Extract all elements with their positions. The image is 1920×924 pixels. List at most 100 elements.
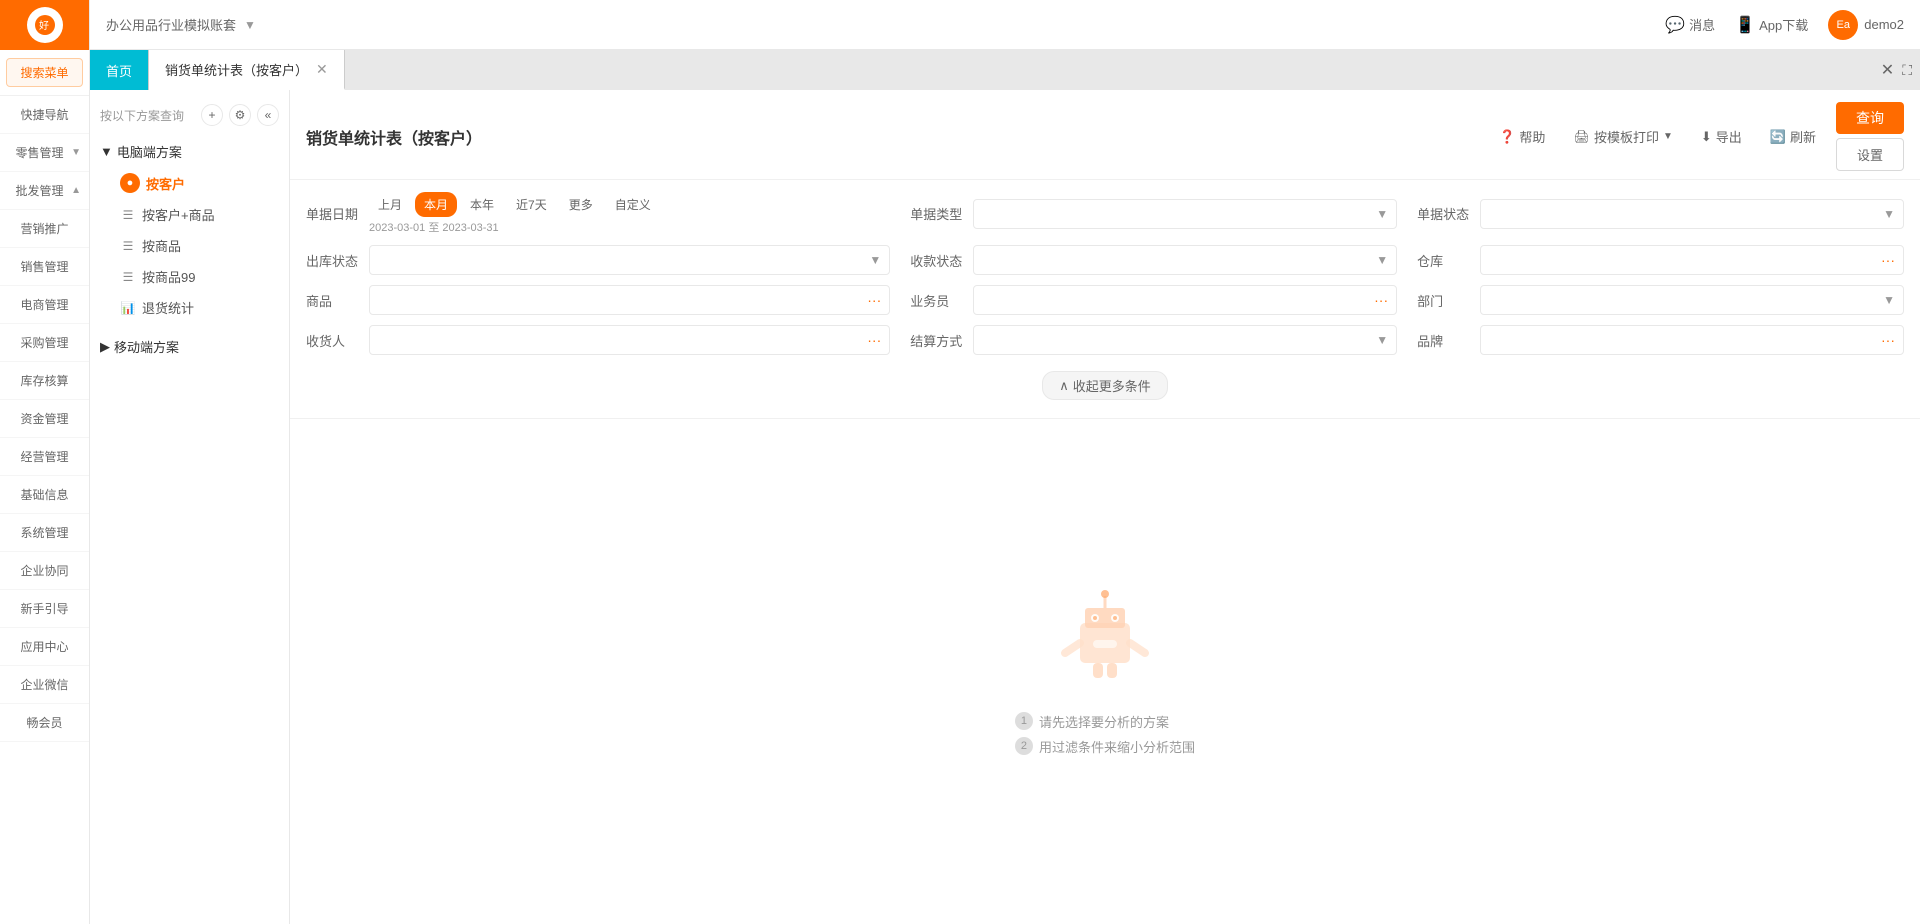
mobile-group-header[interactable]: ▶ 移动端方案 <box>90 331 289 362</box>
desktop-group-arrow-icon: ▼ <box>100 144 113 159</box>
desktop-group-header[interactable]: ▼ 电脑端方案 <box>90 136 289 167</box>
filter-receiver: 收货人 ··· <box>306 325 890 355</box>
sidebar-search-area: 搜索菜单 <box>0 50 89 96</box>
date-this-month[interactable]: 本月 <box>415 192 457 217</box>
sidebar-item-system-mgmt[interactable]: 系统管理 <box>0 514 89 552</box>
help-button[interactable]: ❓ 帮助 <box>1491 123 1553 150</box>
sidebar-item-retail-mgmt[interactable]: 零售管理 ▼ <box>0 134 89 172</box>
main-area: 办公用品行业模拟账套 ▼ 💬 消息 📱 App下载 Ea demo2 首页 <box>90 0 1920 924</box>
scheme-item-by-goods-99[interactable]: ☰ 按商品99 <box>90 261 289 292</box>
doc-status-select[interactable]: ▼ <box>1480 199 1904 229</box>
avatar: Ea <box>1828 10 1858 40</box>
collapse-panel-button[interactable]: « <box>257 104 279 126</box>
filter-warehouse: 仓库 ··· <box>1417 245 1904 275</box>
sidebar-item-enterprise-collab[interactable]: 企业协同 <box>0 552 89 590</box>
tab-sales-stat[interactable]: 销货单统计表（按客户） ✕ <box>149 50 345 90</box>
window-close-icon[interactable]: ✕ <box>1881 60 1894 80</box>
filter-row-4: 收货人 ··· 结算方式 ▼ <box>306 325 1904 355</box>
app-download-button[interactable]: 📱 App下载 <box>1735 15 1808 35</box>
tab-home[interactable]: 首页 <box>90 50 149 90</box>
sidebar-item-basic-info[interactable]: 基础信息 <box>0 476 89 514</box>
empty-hint-1: 1 请先选择要分析的方案 <box>1015 712 1195 731</box>
receiver-more-icon: ··· <box>867 332 881 348</box>
dropdown-icon[interactable]: ▼ <box>244 18 256 32</box>
salesman-select[interactable]: ··· <box>973 285 1397 315</box>
setting-button[interactable]: 设置 <box>1836 138 1904 171</box>
window-maximize-icon[interactable]: ⛶ <box>1902 62 1912 79</box>
sidebar-item-business-mgmt[interactable]: 经营管理 <box>0 438 89 476</box>
sidebar-item-marketing[interactable]: 营销推广 <box>0 210 89 248</box>
scheme-item-by-customer[interactable]: ● 按客户 <box>90 167 289 199</box>
sidebar-item-finance-mgmt[interactable]: 资金管理 <box>0 400 89 438</box>
refresh-button[interactable]: 🔄 刷新 <box>1762 123 1824 150</box>
out-status-label: 出库状态 <box>306 251 361 270</box>
add-scheme-button[interactable]: + <box>201 104 223 126</box>
department-select[interactable]: ▼ <box>1480 285 1904 315</box>
date-prev-month[interactable]: 上月 <box>369 192 411 217</box>
out-status-select[interactable]: ▼ <box>369 245 890 275</box>
sidebar-item-app-center[interactable]: 应用中心 <box>0 628 89 666</box>
payment-status-arrow-icon: ▼ <box>1376 253 1388 267</box>
scheme-item-return-stat[interactable]: 📊 退货统计 <box>90 292 289 323</box>
message-icon: 💬 <box>1665 15 1685 35</box>
warehouse-more-icon: ··· <box>1881 252 1895 268</box>
doc-type-select[interactable]: ▼ <box>973 199 1397 229</box>
receiver-select[interactable]: ··· <box>369 325 890 355</box>
settlement-label: 结算方式 <box>910 331 965 350</box>
date-filter-options: 上月 本月 本年 近7天 更多 自定义 <box>369 192 890 217</box>
settings-scheme-button[interactable]: ⚙ <box>229 104 251 126</box>
sidebar-item-enterprise-wechat[interactable]: 企业微信 <box>0 666 89 704</box>
query-action-group: 查询 设置 <box>1836 102 1904 171</box>
filter-out-status: 出库状态 ▼ <box>306 245 890 275</box>
retail-arrow-icon: ▼ <box>71 147 81 158</box>
date-label: 单据日期 <box>306 204 361 223</box>
warehouse-select[interactable]: ··· <box>1480 245 1904 275</box>
doc-type-label: 单据类型 <box>910 204 965 223</box>
sidebar-item-member[interactable]: 畅会员 <box>0 704 89 742</box>
date-more[interactable]: 更多 <box>560 192 602 217</box>
sidebar-item-inventory-check[interactable]: 库存核算 <box>0 362 89 400</box>
collapse-filters-button[interactable]: ∧ 收起更多条件 <box>1042 371 1168 400</box>
scheme-item-by-goods[interactable]: ☰ 按商品 <box>90 230 289 261</box>
sidebar-item-quick-nav[interactable]: 快捷导航 <box>0 96 89 134</box>
sidebar-item-new-guide[interactable]: 新手引导 <box>0 590 89 628</box>
date-range-display: 2023-03-01 至 2023-03-31 <box>369 219 890 235</box>
empty-state: 1 请先选择要分析的方案 2 用过滤条件来缩小分析范围 <box>290 419 1920 924</box>
sidebar: 好 搜索菜单 快捷导航 零售管理 ▼ 批发管理 ▲ 营销推广 销售管理 电商管理… <box>0 0 90 924</box>
export-button[interactable]: ⬇ 导出 <box>1693 123 1750 150</box>
sidebar-item-purchase-mgmt[interactable]: 采购管理 <box>0 324 89 362</box>
settlement-select[interactable]: ▼ <box>973 325 1397 355</box>
date-last-7[interactable]: 近7天 <box>507 192 556 217</box>
user-info[interactable]: Ea demo2 <box>1828 10 1904 40</box>
payment-status-select[interactable]: ▼ <box>973 245 1397 275</box>
filter-doc-type: 单据类型 ▼ <box>910 199 1397 229</box>
topbar-right: 💬 消息 📱 App下载 Ea demo2 <box>1665 10 1904 40</box>
scheme-item-by-customer-goods[interactable]: ☰ 按客户+商品 <box>90 199 289 230</box>
content-area: 按以下方案查询 + ⚙ « ▼ 电脑端方案 ● 按客户 ☰ <box>90 90 1920 924</box>
settlement-arrow-icon: ▼ <box>1376 333 1388 347</box>
goods-more-icon: ··· <box>867 292 881 308</box>
svg-text:好: 好 <box>39 20 49 32</box>
sidebar-item-sales-mgmt[interactable]: 销售管理 <box>0 248 89 286</box>
header-actions: ❓ 帮助 🖨 按模板打印 ▼ ⬇ 导出 🔄 刷新 <box>1491 102 1904 171</box>
brand-select[interactable]: ··· <box>1480 325 1904 355</box>
empty-state-icon <box>1055 588 1155 688</box>
date-this-year[interactable]: 本年 <box>461 192 503 217</box>
active-scheme-icon: ● <box>120 173 140 193</box>
query-button[interactable]: 查询 <box>1836 102 1904 134</box>
sidebar-item-wholesale-mgmt[interactable]: 批发管理 ▲ <box>0 172 89 210</box>
out-status-arrow-icon: ▼ <box>869 253 881 267</box>
print-button[interactable]: 🖨 按模板打印 ▼ <box>1565 123 1680 150</box>
mobile-group-arrow-icon: ▶ <box>100 339 110 355</box>
sidebar-item-ecom-mgmt[interactable]: 电商管理 <box>0 286 89 324</box>
page-title: 销货单统计表（按客户） <box>306 125 482 149</box>
doc-type-arrow-icon: ▼ <box>1376 207 1388 221</box>
empty-hint-2: 2 用过滤条件来缩小分析范围 <box>1015 737 1195 756</box>
message-button[interactable]: 💬 消息 <box>1665 15 1715 35</box>
filter-payment-status: 收款状态 ▼ <box>910 245 1397 275</box>
department-arrow-icon: ▼ <box>1883 293 1895 307</box>
goods-select[interactable]: ··· <box>369 285 890 315</box>
search-menu-button[interactable]: 搜索菜单 <box>6 58 83 87</box>
date-custom[interactable]: 自定义 <box>606 192 660 217</box>
tab-close-icon[interactable]: ✕ <box>316 61 328 78</box>
